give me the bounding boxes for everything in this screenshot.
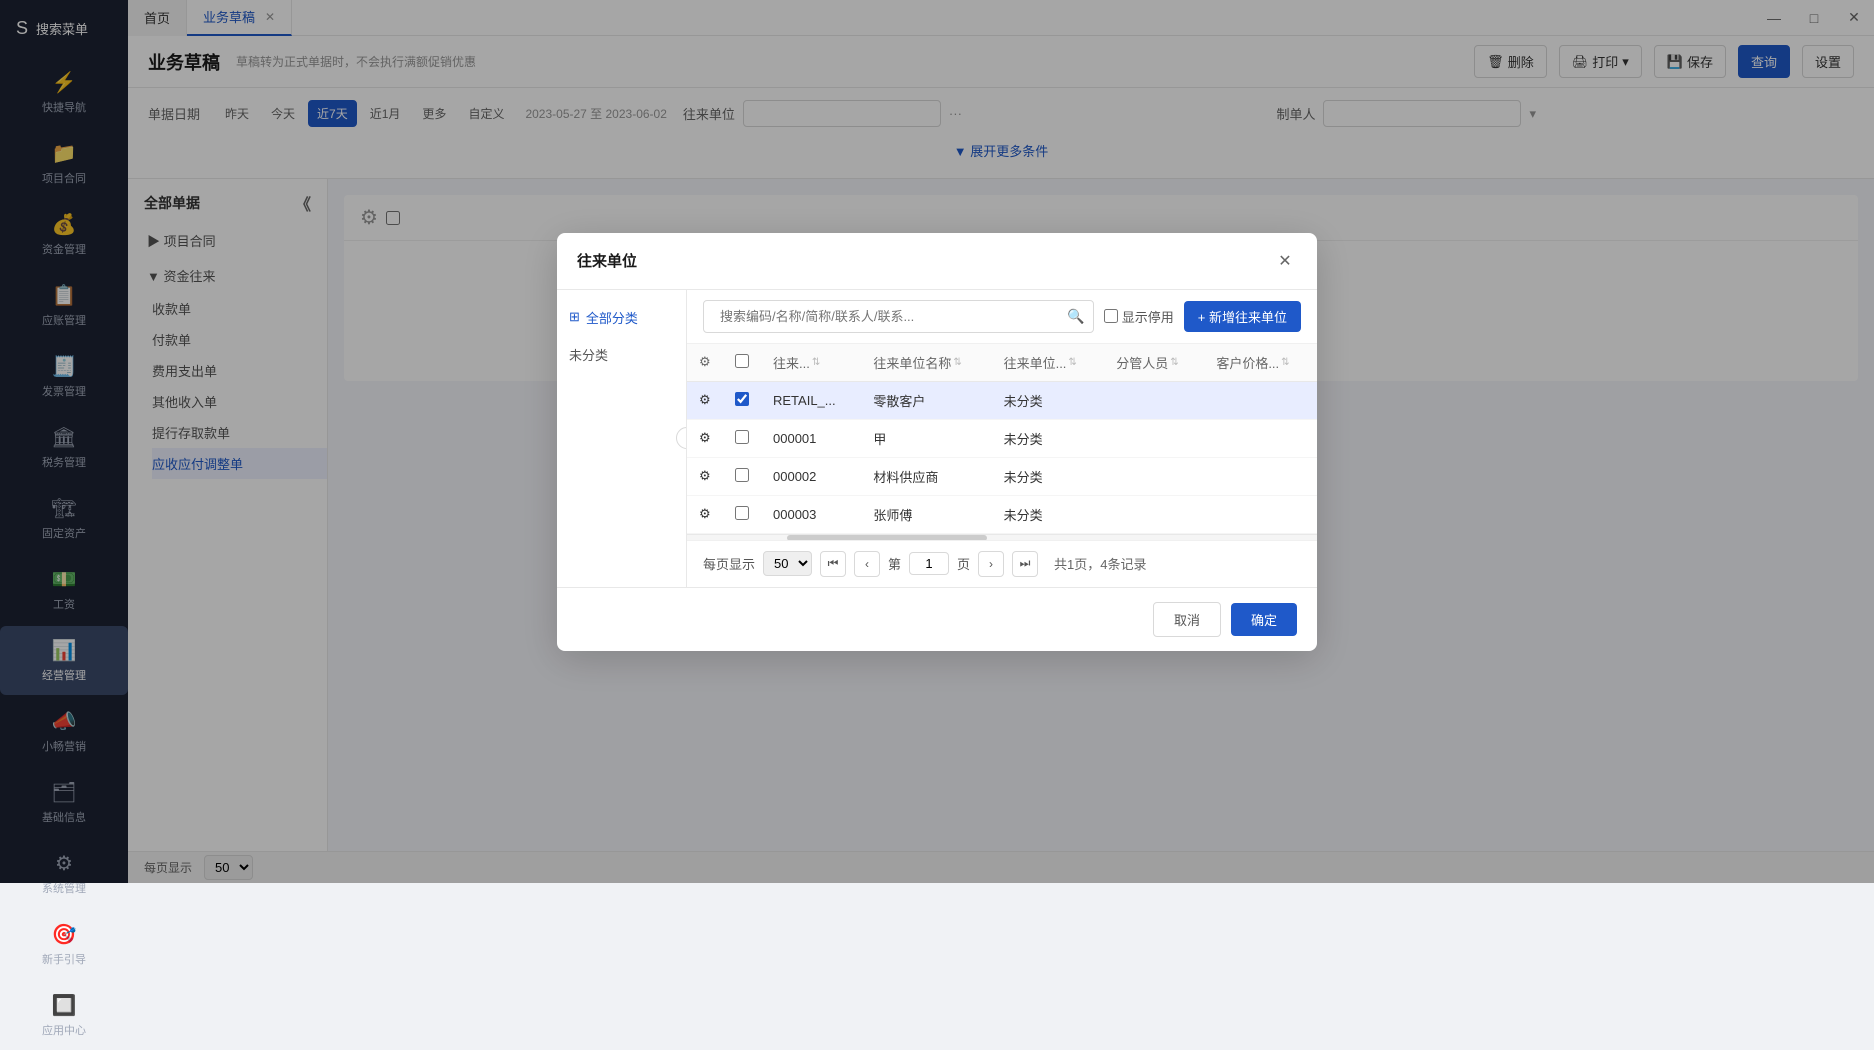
sort-icon-name: ⇅	[953, 357, 961, 368]
dialog-sidebar-header[interactable]: ⊞ 全部分类	[557, 302, 686, 337]
row-checkbox-cell[interactable]	[723, 419, 761, 457]
dialog-table: ⚙ 往来... ⇅	[687, 344, 1317, 534]
sort-icon-type: ⇅	[1068, 357, 1076, 368]
col-price[interactable]: 客户价格... ⇅	[1204, 344, 1317, 382]
row-manager-cell	[1104, 495, 1204, 533]
dialog-title: 往来单位	[577, 250, 637, 271]
row-price-cell	[1204, 495, 1317, 533]
row-manager-cell	[1104, 457, 1204, 495]
dialog-body: ⊞ 全部分类 未分类 《 🔍 显示停用	[557, 290, 1317, 587]
sort-icon-code: ⇅	[812, 357, 820, 368]
dialog-sidebar-collapse-btn[interactable]: 《	[676, 427, 687, 449]
row-settings-cell: ⚙	[687, 381, 723, 419]
pagination-first[interactable]: ⏮	[820, 551, 846, 577]
dialog-pagination: 每页显示 50 ⏮ ‹ 第 页 › ⏭ 共1页，4条记录	[687, 540, 1317, 587]
col-manager-sort[interactable]: 分管人员 ⇅	[1116, 353, 1192, 372]
sidebar-item-guide[interactable]: 🎯 新手引导	[0, 910, 128, 979]
row-name-cell: 甲	[861, 419, 991, 457]
pagination-prev[interactable]: ‹	[854, 551, 880, 577]
guide-icon: 🎯	[52, 922, 77, 947]
page-input[interactable]	[909, 552, 949, 575]
page-label: 第	[888, 554, 901, 573]
search-input[interactable]	[712, 305, 1063, 328]
grid-icon: ⊞	[569, 309, 580, 325]
sort-icon-manager: ⇅	[1170, 357, 1178, 368]
show-disabled-text: 显示停用	[1122, 307, 1174, 326]
row-name-cell: 材料供应商	[861, 457, 991, 495]
row-code-cell: 000002	[761, 457, 861, 495]
modal-overlay: 往来单位 ✕ ⊞ 全部分类 未分类 《	[0, 0, 1874, 883]
show-disabled-label[interactable]: 显示停用	[1104, 307, 1174, 326]
page-suffix: 页	[957, 554, 970, 573]
col-type[interactable]: 往来单位... ⇅	[992, 344, 1105, 382]
row-code-cell: 000001	[761, 419, 861, 457]
sort-icon-price: ⇅	[1281, 357, 1289, 368]
row-code-cell: 000003	[761, 495, 861, 533]
row-type-cell: 未分类	[992, 381, 1105, 419]
row-manager-cell	[1104, 419, 1204, 457]
sidebar-item-uncategorized-label: 未分类	[569, 348, 608, 363]
search-box: 🔍	[703, 300, 1094, 333]
partner-dialog: 往来单位 ✕ ⊞ 全部分类 未分类 《	[557, 233, 1317, 651]
col-price-sort[interactable]: 客户价格... ⇅	[1216, 353, 1305, 372]
row-settings-cell: ⚙	[687, 457, 723, 495]
dialog-footer: 取消 确定	[557, 587, 1317, 651]
dialog-select-all[interactable]	[735, 354, 749, 368]
settings-col-icon: ⚙	[699, 354, 711, 369]
dialog-header: 往来单位 ✕	[557, 233, 1317, 290]
dialog-sidebar-all-label: 全部分类	[586, 308, 638, 327]
dialog-sidebar-uncategorized[interactable]: 未分类	[557, 337, 686, 372]
sidebar-label-apps: 应用中心	[42, 1022, 86, 1038]
confirm-label: 确定	[1251, 613, 1277, 628]
col-settings[interactable]: ⚙	[687, 344, 723, 382]
row-manager-cell	[1104, 381, 1204, 419]
dialog-close-button[interactable]: ✕	[1273, 249, 1297, 273]
pagination-last[interactable]: ⏭	[1012, 551, 1038, 577]
row-checkbox-cell[interactable]	[723, 495, 761, 533]
col-type-sort[interactable]: 往来单位... ⇅	[1004, 353, 1093, 372]
row-checkbox-cell[interactable]	[723, 457, 761, 495]
col-manager[interactable]: 分管人员 ⇅	[1104, 344, 1204, 382]
dialog-table-row[interactable]: ⚙ 000003 张师傅 未分类	[687, 495, 1317, 533]
pagination-next[interactable]: ›	[978, 551, 1004, 577]
confirm-button[interactable]: 确定	[1231, 603, 1297, 636]
dialog-table-row[interactable]: ⚙ 000002 材料供应商 未分类	[687, 457, 1317, 495]
col-name[interactable]: 往来单位名称 ⇅	[861, 344, 991, 382]
apps-icon: 🔲	[52, 993, 77, 1018]
row-name-cell: 零散客户	[861, 381, 991, 419]
dialog-toolbar: 🔍 显示停用 + 新增往来单位	[687, 290, 1317, 344]
cancel-label: 取消	[1174, 613, 1200, 628]
row-price-cell	[1204, 381, 1317, 419]
show-disabled-checkbox[interactable]	[1104, 309, 1118, 323]
col-checkbox[interactable]	[723, 344, 761, 382]
per-page-select[interactable]: 50	[763, 551, 812, 576]
new-partner-label: + 新增往来单位	[1198, 307, 1287, 326]
row-settings-cell: ⚙	[687, 419, 723, 457]
row-price-cell	[1204, 419, 1317, 457]
row-code-cell: RETAIL_...	[761, 381, 861, 419]
dialog-sidebar: ⊞ 全部分类 未分类 《	[557, 290, 687, 587]
sidebar-item-apps[interactable]: 🔲 应用中心	[0, 981, 128, 1050]
col-name-sort[interactable]: 往来单位名称 ⇅	[873, 353, 979, 372]
row-settings-cell: ⚙	[687, 495, 723, 533]
dialog-table-row[interactable]: ⚙ 000001 甲 未分类	[687, 419, 1317, 457]
pagination-total: 共1页，4条记录	[1054, 554, 1146, 573]
dialog-table-wrap: ⚙ 往来... ⇅	[687, 344, 1317, 534]
dialog-table-header-row: ⚙ 往来... ⇅	[687, 344, 1317, 382]
row-type-cell: 未分类	[992, 419, 1105, 457]
row-price-cell	[1204, 457, 1317, 495]
dialog-table-row[interactable]: ⚙ RETAIL_... 零散客户 未分类	[687, 381, 1317, 419]
cancel-button[interactable]: 取消	[1153, 602, 1221, 637]
per-page-label: 每页显示	[703, 554, 755, 573]
col-code-sort[interactable]: 往来... ⇅	[773, 353, 849, 372]
row-checkbox-cell[interactable]	[723, 381, 761, 419]
sidebar-label-guide: 新手引导	[42, 951, 86, 967]
row-name-cell: 张师傅	[861, 495, 991, 533]
row-type-cell: 未分类	[992, 495, 1105, 533]
search-icon: 🔍	[1067, 308, 1084, 325]
row-type-cell: 未分类	[992, 457, 1105, 495]
col-code[interactable]: 往来... ⇅	[761, 344, 861, 382]
new-partner-button[interactable]: + 新增往来单位	[1184, 301, 1301, 332]
dialog-content: 🔍 显示停用 + 新增往来单位	[687, 290, 1317, 587]
